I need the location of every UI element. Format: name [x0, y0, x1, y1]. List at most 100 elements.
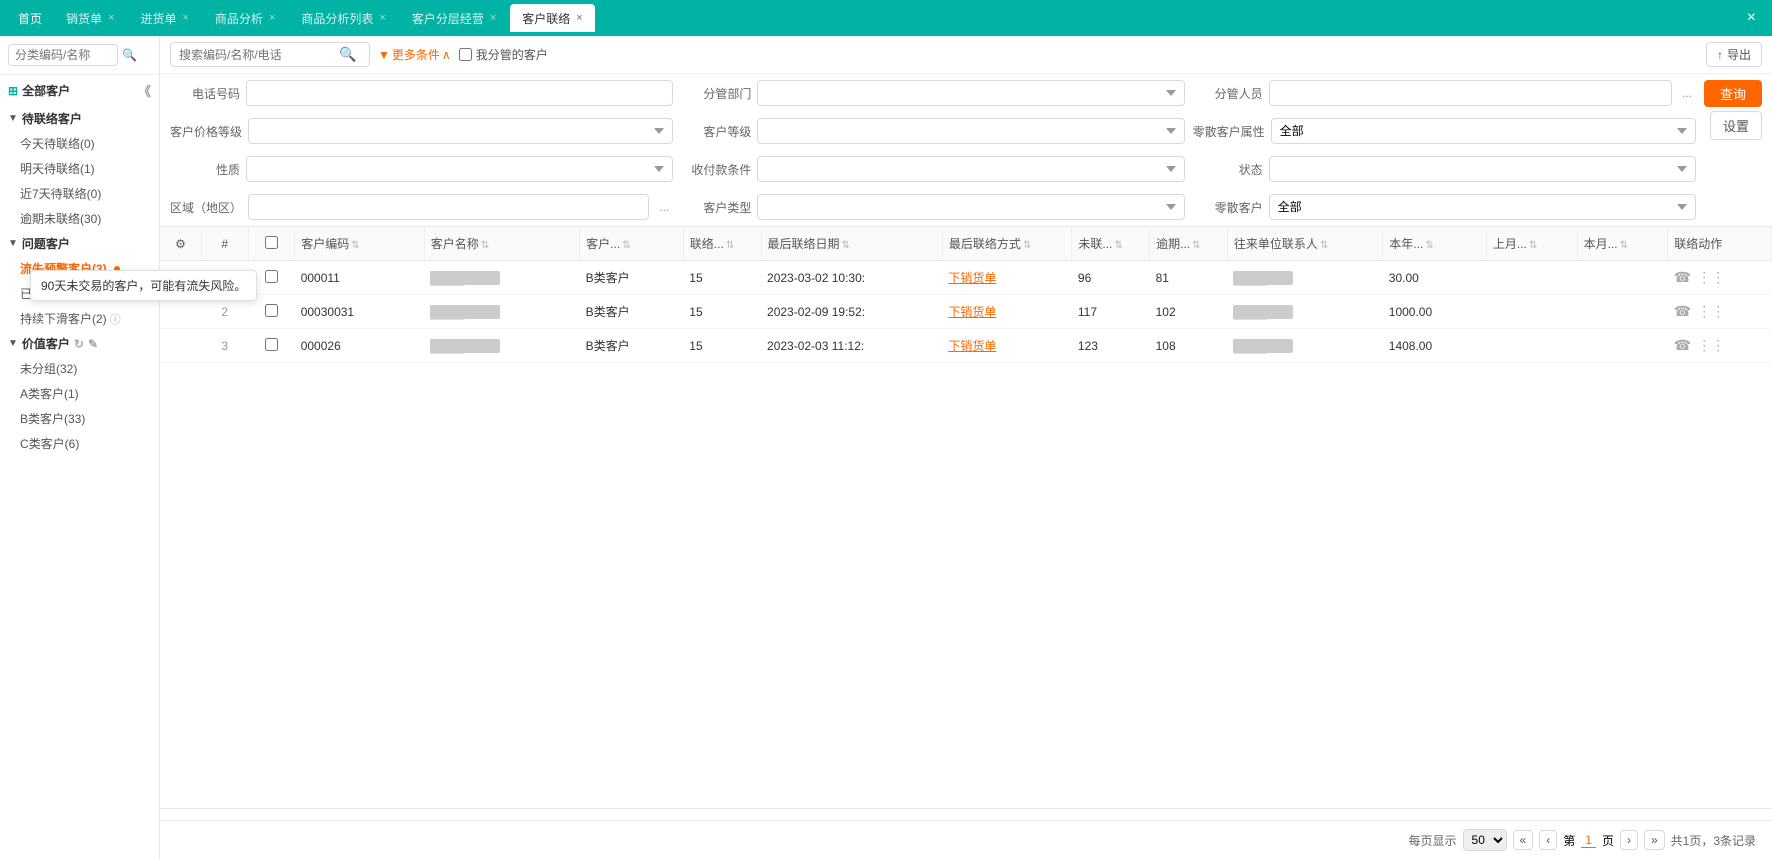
sidebar-item-declining[interactable]: 持续下滑客户(2) ⓘ [0, 306, 159, 331]
col-this-month[interactable]: 本月...⇅ [1577, 227, 1668, 261]
row-this-month [1577, 329, 1668, 363]
my-customers-checkbox-label[interactable]: 我分管的客户 [459, 46, 548, 63]
col-overdue[interactable]: 逾期...⇅ [1150, 227, 1228, 261]
action-phone-icon[interactable]: ☎ [1674, 269, 1691, 286]
close-icon-sales[interactable]: × [108, 12, 114, 24]
prev-page-button[interactable]: ‹ [1539, 830, 1557, 850]
filter-select-status[interactable] [1269, 156, 1696, 182]
col-checkbox[interactable] [248, 227, 295, 261]
sidebar-item-class-a[interactable]: A类客户(1) [0, 381, 159, 406]
row-last-method[interactable]: 下销货单 [942, 295, 1072, 329]
sidebar-item-unclassified[interactable]: 未分组(32) [0, 356, 159, 381]
row-action: ☎ ⋮⋮ [1668, 329, 1772, 363]
next-page-button[interactable]: › [1620, 830, 1638, 850]
sidebar-search-icon[interactable]: 🔍 [122, 48, 137, 62]
sidebar-search-input[interactable] [8, 44, 118, 66]
section-value-customers[interactable]: ▼ 价值客户 ↻ ✎ [0, 331, 159, 356]
filter-select-type[interactable] [757, 194, 1184, 220]
section-pending-contact[interactable]: ▼ 待联络客户 [0, 106, 159, 131]
collapse-icon[interactable]: 《 [138, 81, 151, 100]
close-icon-purchase[interactable]: × [182, 12, 188, 24]
sidebar-item-overdue[interactable]: 逾期未联络(30) [0, 206, 159, 231]
my-customers-checkbox[interactable] [459, 48, 472, 61]
settings-button[interactable]: 设置 [1710, 111, 1762, 140]
filter-select-zero-attr[interactable]: 全部 [1271, 118, 1696, 144]
col-un-contact[interactable]: 未联...⇅ [1072, 227, 1150, 261]
filter-select-level[interactable] [757, 118, 1184, 144]
filter-select-dept[interactable] [757, 80, 1184, 106]
action-more-icon[interactable]: ⋮⋮ [1697, 337, 1725, 354]
sidebar-item-class-b[interactable]: B类客户(33) [0, 406, 159, 431]
tab-sales[interactable]: 销货单 × [54, 4, 126, 32]
link-method[interactable]: 下销货单 [948, 339, 996, 353]
action-more-icon[interactable]: ⋮⋮ [1697, 269, 1725, 286]
tab-customer-contact[interactable]: 客户联络 × [510, 4, 594, 32]
edit-icon-value[interactable]: ✎ [88, 337, 98, 351]
col-this-year[interactable]: 本年...⇅ [1383, 227, 1487, 261]
sort-icon-tmonth: ⇅ [1620, 240, 1628, 251]
data-table: ⚙ # 客户编码⇅ 客户名称⇅ 客户...⇅ 联络...⇅ 最后联络日期⇅ 最后… [160, 227, 1772, 363]
row-last-method[interactable]: 下销货单 [942, 329, 1072, 363]
sidebar-item-tomorrow[interactable]: 明天待联络(1) [0, 156, 159, 181]
search-button[interactable]: 🔍 [339, 46, 356, 63]
tab-home[interactable]: 首页 [8, 4, 52, 32]
ellipsis-region[interactable]: ... [655, 200, 673, 214]
col-type[interactable]: 客户...⇅ [580, 227, 684, 261]
filter-input-phone[interactable] [246, 80, 673, 106]
ellipsis-person[interactable]: ... [1678, 86, 1696, 100]
filter-select-payment[interactable] [757, 156, 1184, 182]
page-size-select[interactable]: 50 [1463, 829, 1507, 851]
sidebar-item-7days[interactable]: 近7天待联络(0) [0, 181, 159, 206]
section-problem-customers[interactable]: ▼ 问题客户 [0, 231, 159, 256]
close-icon-customer-tier[interactable]: × [490, 12, 496, 24]
col-last-month[interactable]: 上月...⇅ [1486, 227, 1577, 261]
refresh-icon-value[interactable]: ↻ [74, 337, 84, 351]
tab-customer-tier[interactable]: 客户分层经营 × [400, 4, 508, 32]
row-checkbox-input[interactable] [265, 304, 278, 317]
first-page-button[interactable]: « [1513, 830, 1534, 850]
sidebar-item-class-c[interactable]: C类客户(6) [0, 431, 159, 456]
close-icon-product-analysis[interactable]: × [269, 12, 275, 24]
top-tabbar: 首页 销货单 × 进货单 × 商品分析 × 商品分析列表 × 客户分层经营 × … [0, 0, 1772, 36]
sidebar-all-customers-header[interactable]: ⊞ 全部客户 《 [0, 75, 159, 106]
filter-select-gender[interactable] [246, 156, 673, 182]
col-code[interactable]: 客户编码⇅ [295, 227, 425, 261]
filter-input-person[interactable] [1269, 80, 1672, 106]
col-settings[interactable]: ⚙ [160, 227, 201, 261]
tab-purchase[interactable]: 进货单 × [128, 4, 200, 32]
last-page-button[interactable]: » [1644, 830, 1665, 850]
row-checkbox-input[interactable] [265, 338, 278, 351]
col-last-method[interactable]: 最后联络方式⇅ [942, 227, 1072, 261]
row-last-method[interactable]: 下销货单 [942, 261, 1072, 295]
tab-product-list[interactable]: 商品分析列表 × [289, 4, 397, 32]
action-phone-icon[interactable]: ☎ [1674, 337, 1691, 354]
select-all-checkbox[interactable] [265, 236, 278, 249]
row-no: 3 [201, 329, 248, 363]
sidebar-item-today[interactable]: 今天待联络(0) [0, 131, 159, 156]
more-filter-button[interactable]: ▼ 更多条件 ∧ [378, 46, 451, 63]
col-name[interactable]: 客户名称⇅ [424, 227, 579, 261]
filter-input-region[interactable] [248, 194, 649, 220]
horizontal-scrollbar[interactable] [160, 808, 1772, 820]
filter-item-customer-level: 客户等级 [681, 118, 1184, 144]
export-button[interactable]: ↑ 导出 [1706, 42, 1762, 67]
filter-select-price[interactable] [248, 118, 673, 144]
row-checkbox-input[interactable] [265, 270, 278, 283]
link-method[interactable]: 下销货单 [948, 271, 996, 285]
close-icon-customer-contact[interactable]: × [576, 12, 582, 24]
action-phone-icon[interactable]: ☎ [1674, 303, 1691, 320]
col-contact[interactable]: 联络...⇅ [683, 227, 761, 261]
row-checkbox[interactable] [248, 329, 295, 363]
tab-product-analysis[interactable]: 商品分析 × [203, 4, 287, 32]
col-last-date[interactable]: 最后联络日期⇅ [761, 227, 942, 261]
col-unit-contact[interactable]: 往来单位联系人⇅ [1227, 227, 1382, 261]
filter-select-level-wrap [757, 118, 1184, 144]
query-button[interactable]: 查询 [1704, 80, 1762, 107]
action-more-icon[interactable]: ⋮⋮ [1697, 303, 1725, 320]
link-method[interactable]: 下销货单 [948, 305, 996, 319]
filter-select-zero-customer[interactable]: 全部 [1269, 194, 1696, 220]
search-input[interactable] [179, 48, 339, 62]
sort-icon-unit: ⇅ [1320, 240, 1328, 251]
close-icon-product-list[interactable]: × [379, 12, 385, 24]
window-close-button[interactable]: × [1739, 9, 1764, 27]
